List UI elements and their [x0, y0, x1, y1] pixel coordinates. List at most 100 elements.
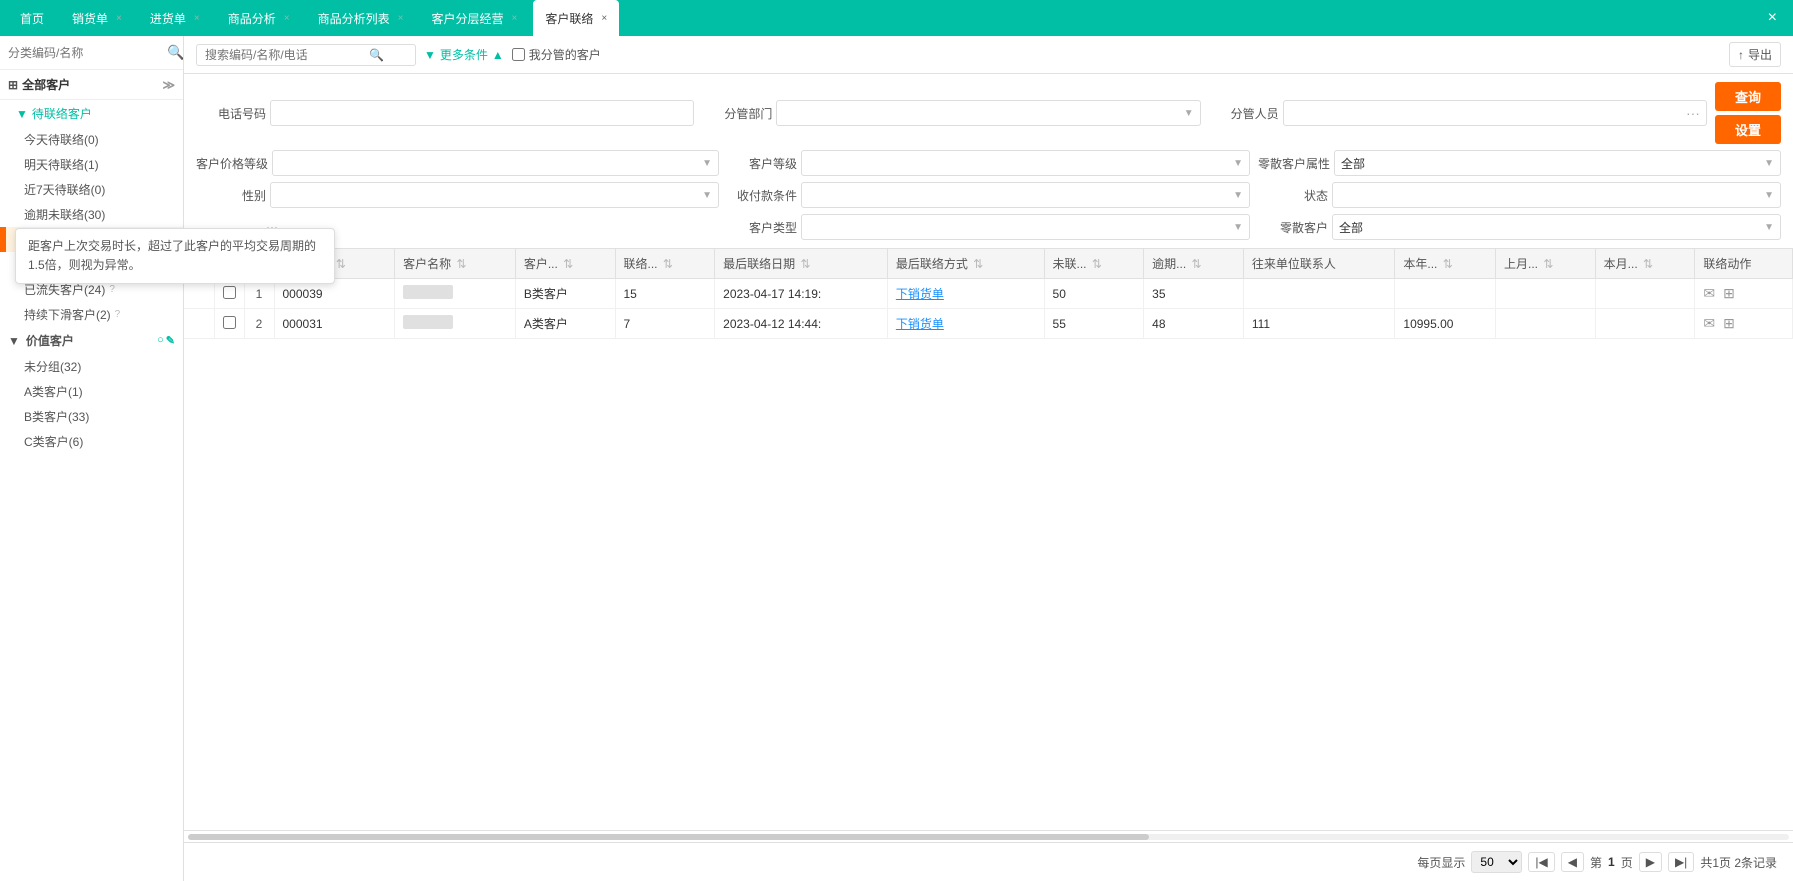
sidebar-item-unsorted[interactable]: 未分组(32) [0, 354, 183, 379]
sort-icon: ⇅ [457, 257, 467, 271]
total-records-label: 共1页 2条记录 [1700, 854, 1777, 871]
next-page-button[interactable]: ▶ [1639, 852, 1662, 872]
content-area: 🔍 ▼ 更多条件 ▲ 我分管的客户 ↑ 导出 电话号码 [184, 36, 1793, 881]
unit-contact-column-header[interactable]: 往来单位联系人 [1243, 249, 1395, 279]
my-customers-checkbox[interactable] [512, 48, 525, 61]
sidebar-item-7days[interactable]: 近7天待联络(0) [0, 177, 183, 202]
nav-tab-analysis[interactable]: 商品分析 × [216, 0, 302, 36]
row2-code[interactable]: 000031 [274, 309, 395, 339]
nav-tab-segmentation[interactable]: 客户分层经营 × [419, 0, 529, 36]
close-icon[interactable]: × [511, 13, 517, 24]
more-action-icon[interactable]: ⊞ [1723, 315, 1735, 332]
sidebar-item-c-class[interactable]: C类客户(6) [0, 429, 183, 454]
this-month-column-header[interactable]: 本月... ⇅ [1595, 249, 1695, 279]
retail-attr-input[interactable]: 全部 ▼ [1334, 150, 1781, 176]
status-input[interactable]: ▼ [1332, 182, 1781, 208]
last-page-button[interactable]: ▶| [1668, 852, 1694, 872]
row2-last-contact-method[interactable]: 下销货单 [887, 309, 1044, 339]
manager-input[interactable]: ··· [1283, 100, 1707, 126]
scrollbar-thumb[interactable] [188, 834, 1149, 840]
sidebar-item-b-class[interactable]: B类客户(33) [0, 404, 183, 429]
row2-pending: 55 [1044, 309, 1144, 339]
sidebar-item-tomorrow[interactable]: 明天待联络(1) [0, 152, 183, 177]
circle-icon[interactable]: ○ [157, 334, 164, 347]
row1-name[interactable] [395, 279, 516, 309]
row2-unit-contact: 111 [1243, 309, 1395, 339]
collapse-icon[interactable]: ≫ [162, 78, 175, 92]
settings-button[interactable]: 设置 [1715, 115, 1781, 144]
chevron-down-icon: ▼ [1764, 190, 1774, 201]
gender-input[interactable]: ▼ [270, 182, 719, 208]
edit-icon[interactable]: ✎ [166, 334, 175, 347]
filter-row-4: ··· 客户类型 ▼ 零散客户 全部 ▼ [196, 214, 1781, 240]
nav-tab-analysis-list[interactable]: 商品分析列表 × [306, 0, 416, 36]
more-conditions-btn[interactable]: ▼ 更多条件 ▲ [424, 46, 504, 63]
nav-tab-contact[interactable]: 客户联络 × [533, 0, 619, 36]
contact-icon[interactable]: ✉ [1703, 285, 1715, 302]
more-action-icon[interactable]: ⊞ [1723, 285, 1735, 302]
search-input[interactable] [205, 48, 365, 62]
export-button[interactable]: ↑ 导出 [1729, 42, 1781, 67]
sidebar-item-overdue[interactable]: 逾期未联络(30) [0, 202, 183, 227]
close-icon[interactable]: × [116, 13, 122, 24]
action-buttons: 查询 设置 [1715, 82, 1781, 144]
search-icon[interactable]: 🔍 [167, 44, 184, 61]
price-level-input[interactable]: ▼ [272, 150, 719, 176]
this-year-column-header[interactable]: 本年... ⇅ [1395, 249, 1496, 279]
contact-column-header[interactable]: 联络... ⇅ [615, 249, 715, 279]
row1-last-contact-date: 2023-04-17 14:19: [715, 279, 888, 309]
close-icon[interactable]: × [284, 13, 290, 24]
pending-column-header[interactable]: 未联... ⇅ [1044, 249, 1144, 279]
pagination-bar: 每页显示 50 20 100 |◀ ◀ 第 1 页 ▶ ▶| 共1页 2条记录 [184, 842, 1793, 881]
row2-cust-level: A类客户 [515, 309, 615, 339]
nav-tab-purchase[interactable]: 进货单 × [138, 0, 212, 36]
cust-type-input[interactable]: ▼ [801, 214, 1250, 240]
name-column-header[interactable]: 客户名称 ⇅ [395, 249, 516, 279]
chevron-down-icon: ▼ [1184, 108, 1194, 119]
chevron-down-icon: ▼ [1764, 158, 1774, 169]
chevron-down-icon: ▼ [1233, 190, 1243, 201]
help-icon[interactable]: ? [109, 284, 115, 295]
search-icon[interactable]: 🔍 [369, 48, 384, 62]
nav-tab-home[interactable]: 首页 [8, 0, 56, 36]
row1-unit-contact [1243, 279, 1395, 309]
nav-tab-sales[interactable]: 销货单 × [60, 0, 134, 36]
value-group-label[interactable]: ▼ 价值客户 ○ ✎ [0, 327, 183, 354]
payment-input[interactable]: ▼ [801, 182, 1250, 208]
prev-page-button[interactable]: ◀ [1561, 852, 1584, 872]
sidebar-item-today[interactable]: 今天待联络(0) [0, 127, 183, 152]
row1-last-contact-method[interactable]: 下销货单 [887, 279, 1044, 309]
phone-filter-cell: 电话号码 [196, 100, 694, 126]
overdue-column-header[interactable]: 逾期... ⇅ [1144, 249, 1244, 279]
close-icon[interactable]: × [398, 13, 404, 24]
window-close-button[interactable]: × [1760, 9, 1785, 27]
retail-cust-input[interactable]: 全部 ▼ [1332, 214, 1781, 240]
horizontal-scrollbar[interactable] [184, 830, 1793, 842]
last-month-column-header[interactable]: 上月... ⇅ [1496, 249, 1596, 279]
contact-icon[interactable]: ✉ [1703, 315, 1715, 332]
cust-type-filter-cell: 客户类型 ▼ [727, 214, 1250, 240]
first-page-button[interactable]: |◀ [1528, 852, 1554, 872]
pending-group-label[interactable]: ▼ 待联络客户 [0, 100, 183, 127]
cust-level-column-header[interactable]: 客户... ⇅ [515, 249, 615, 279]
sidebar-item-a-class[interactable]: A类客户(1) [0, 379, 183, 404]
row1-overdue: 35 [1144, 279, 1244, 309]
top-nav: 首页 销货单 × 进货单 × 商品分析 × 商品分析列表 × 客户分层经营 × … [0, 0, 1793, 36]
per-page-select[interactable]: 50 20 100 [1471, 851, 1522, 873]
phone-input[interactable] [270, 100, 694, 126]
help-icon[interactable]: ? [115, 309, 121, 320]
sidebar-item-declining[interactable]: 持续下滑客户(2) ? [0, 302, 183, 327]
query-button[interactable]: 查询 [1715, 82, 1781, 111]
more-icon[interactable]: ··· [1686, 105, 1700, 121]
dept-input[interactable]: ▼ [776, 100, 1200, 126]
row2-checkbox[interactable] [223, 316, 236, 329]
row1-checkbox[interactable] [223, 286, 236, 299]
last-contact-date-column-header[interactable]: 最后联络日期 ⇅ [715, 249, 888, 279]
close-icon[interactable]: × [601, 13, 607, 24]
last-contact-method-column-header[interactable]: 最后联络方式 ⇅ [887, 249, 1044, 279]
cust-level-input[interactable]: ▼ [801, 150, 1250, 176]
row2-checkbox-cell[interactable] [214, 309, 244, 339]
sidebar-search-input[interactable] [8, 46, 163, 60]
close-icon[interactable]: × [194, 13, 200, 24]
row2-name[interactable] [395, 309, 516, 339]
